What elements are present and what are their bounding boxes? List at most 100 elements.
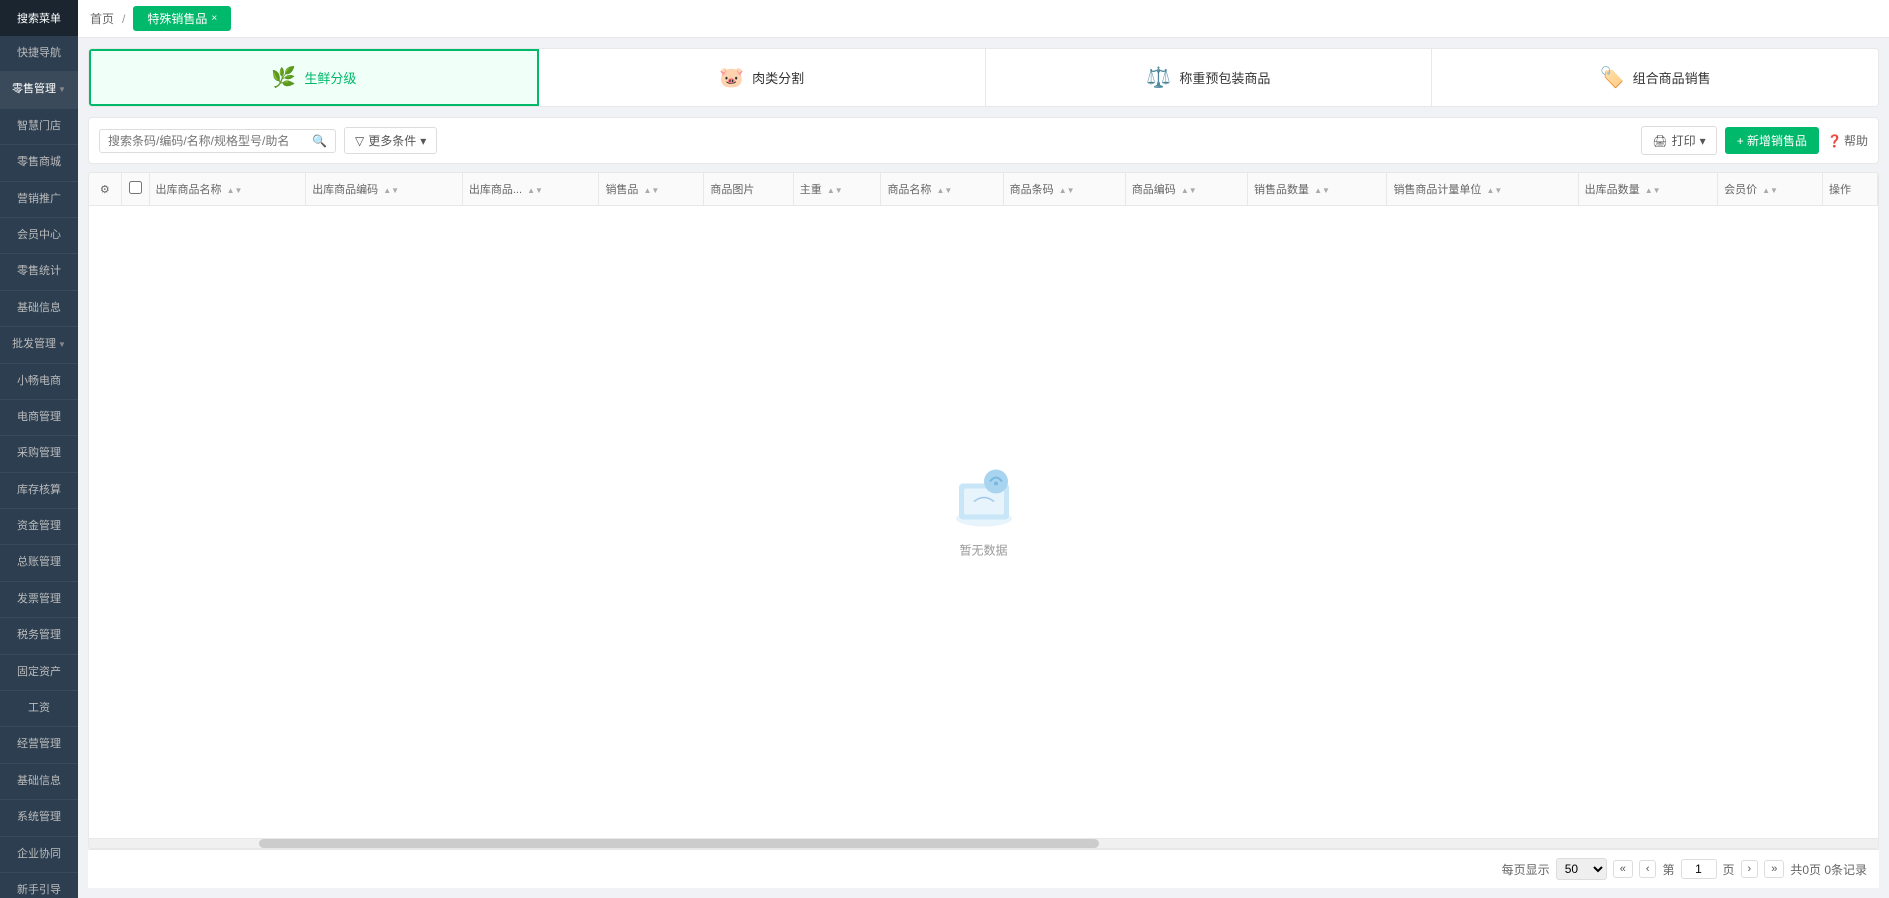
meat-cut-icon: 🐷	[719, 65, 744, 90]
tab-meat-cut[interactable]: 🐷 肉类分割	[539, 49, 986, 106]
filter-label: 更多条件	[368, 132, 416, 149]
sidebar-item-wholesale-mgmt[interactable]: 批发管理 ▼	[0, 327, 78, 363]
search-input[interactable]	[108, 134, 308, 148]
sidebar-item-label: 零售管理	[12, 82, 56, 97]
data-table: ⚙ 出库商品名称 ▲▼ 出库商品编码 ▲▼ 出库	[89, 173, 1878, 206]
sidebar-item-ecom-mgmt[interactable]: 电商管理	[0, 400, 78, 436]
sidebar-item-mini-ecom[interactable]: 小畅电商	[0, 364, 78, 400]
sidebar-item-retail-mgmt[interactable]: 零售管理 ▼	[0, 72, 78, 108]
sort-icon: ▲▼	[827, 186, 843, 195]
breadcrumb-home[interactable]: 首页	[90, 10, 114, 27]
active-tab-label: 特殊销售品	[147, 10, 207, 27]
scrollbar-thumb[interactable]	[259, 839, 1099, 848]
tab-meat-cut-label: 肉类分割	[752, 68, 804, 87]
th-member-price[interactable]: 会员价 ▲▼	[1718, 173, 1823, 206]
tab-fresh-grade[interactable]: 🌿 生鲜分级	[89, 49, 539, 106]
tab-combo[interactable]: 🏷️ 组合商品销售	[1432, 49, 1878, 106]
sidebar: 搜索菜单 快捷导航 零售管理 ▼ 智慧门店 零售商城 营销推广 会员中心 零售统…	[0, 0, 78, 898]
sidebar-item-retail-mall[interactable]: 零售商城	[0, 145, 78, 181]
sidebar-item-inventory[interactable]: 库存核算	[0, 473, 78, 509]
th-gear[interactable]: ⚙	[89, 173, 121, 206]
th-sale-item[interactable]: 销售品 ▲▼	[599, 173, 704, 206]
th-barcode[interactable]: 商品条码 ▲▼	[1003, 173, 1125, 206]
breadcrumb-separator: /	[122, 12, 125, 26]
page-label-prefix: 第	[1662, 861, 1674, 878]
sidebar-item-fixed-assets[interactable]: 固定资产	[0, 655, 78, 691]
toolbar: 🔍 ▽ 更多条件 ▾ 🖨 打印 ▾ + 新增销售品 ❓ 帮助	[88, 117, 1879, 164]
sort-icon: ▲▼	[383, 186, 399, 195]
page-size-select[interactable]: 50 10 20 100	[1556, 858, 1607, 880]
tab-close-button[interactable]: ×	[211, 13, 217, 24]
table-header-row: ⚙ 出库商品名称 ▲▼ 出库商品编码 ▲▼ 出库	[89, 173, 1878, 206]
search-box[interactable]: 🔍	[99, 129, 336, 153]
sidebar-item-purchase-mgmt[interactable]: 采购管理	[0, 436, 78, 472]
main-area: 首页 / 特殊销售品 × 🌿 生鲜分级 🐷 肉类分割 ⚖️ 称重预包装商品 🏷️	[78, 0, 1889, 898]
topbar: 首页 / 特殊销售品 ×	[78, 0, 1889, 38]
print-button[interactable]: 🖨 打印 ▾	[1641, 126, 1716, 155]
sidebar-logo[interactable]: 搜索菜单	[0, 0, 78, 36]
th-out-spec[interactable]: 出库商品... ▲▼	[462, 173, 599, 206]
tab-weigh-pack[interactable]: ⚖️ 称重预包装商品	[986, 49, 1433, 106]
sidebar-item-tax-mgmt[interactable]: 税务管理	[0, 618, 78, 654]
th-sale-qty[interactable]: 销售品数量 ▲▼	[1248, 173, 1387, 206]
sidebar-item-retail-stats[interactable]: 零售统计	[0, 254, 78, 290]
horizontal-scrollbar[interactable]	[89, 838, 1878, 848]
select-all-checkbox[interactable]	[129, 181, 142, 194]
sort-icon: ▲▼	[644, 186, 660, 195]
filter-button[interactable]: ▽ 更多条件 ▾	[344, 127, 437, 154]
sidebar-item-finance[interactable]: 资金管理	[0, 509, 78, 545]
first-page-button[interactable]: «	[1613, 860, 1633, 878]
combo-icon: 🏷️	[1600, 65, 1625, 90]
sidebar-item-marketing[interactable]: 营销推广	[0, 182, 78, 218]
sidebar-item-new-guide[interactable]: 新手引导	[0, 873, 78, 898]
sidebar-item-wages[interactable]: 工资	[0, 691, 78, 727]
add-button-label: + 新增销售品	[1737, 132, 1807, 149]
th-prod-code[interactable]: 商品编码 ▲▼	[1125, 173, 1247, 206]
sidebar-item-ledger[interactable]: 总账管理	[0, 545, 78, 581]
sidebar-item-invoice-mgmt[interactable]: 发票管理	[0, 582, 78, 618]
sidebar-item-basic-info[interactable]: 基础信息	[0, 291, 78, 327]
th-weight[interactable]: 主重 ▲▼	[793, 173, 881, 206]
sort-icon: ▲▼	[227, 186, 243, 195]
prev-page-button[interactable]: ‹	[1639, 860, 1657, 878]
sort-icon: ▲▼	[1181, 186, 1197, 195]
tab-fresh-grade-label: 生鲜分级	[304, 68, 356, 87]
sidebar-item-smart-store[interactable]: 智慧门店	[0, 109, 78, 145]
page-number-input[interactable]	[1681, 859, 1717, 879]
th-out-qty[interactable]: 出库品数量 ▲▼	[1578, 173, 1717, 206]
sidebar-item-quick-nav[interactable]: 快捷导航	[0, 36, 78, 72]
add-button[interactable]: + 新增销售品	[1725, 127, 1819, 154]
th-product-name[interactable]: 商品名称 ▲▼	[881, 173, 1003, 206]
weigh-pack-icon: ⚖️	[1146, 65, 1171, 90]
search-icon[interactable]: 🔍	[312, 134, 327, 148]
table-container: ⚙ 出库商品名称 ▲▼ 出库商品编码 ▲▼ 出库	[88, 172, 1879, 849]
print-icon: 🖨	[1652, 134, 1667, 148]
sort-icon: ▲▼	[527, 186, 543, 195]
fresh-grade-icon: 🌿	[271, 65, 296, 90]
total-info: 共0页 0条记录	[1790, 861, 1867, 878]
active-tab[interactable]: 特殊销售品 ×	[133, 6, 231, 31]
last-page-button[interactable]: »	[1764, 860, 1784, 878]
content-area: 🌿 生鲜分级 🐷 肉类分割 ⚖️ 称重预包装商品 🏷️ 组合商品销售 🔍	[78, 38, 1889, 898]
sidebar-item-system-mgmt[interactable]: 系统管理	[0, 800, 78, 836]
th-action: 操作	[1823, 173, 1878, 206]
module-tabs: 🌿 生鲜分级 🐷 肉类分割 ⚖️ 称重预包装商品 🏷️ 组合商品销售	[88, 48, 1879, 107]
sort-icon: ▲▼	[1645, 186, 1661, 195]
sidebar-item-label: 批发管理	[12, 337, 56, 352]
help-label: 帮助	[1844, 132, 1868, 149]
sidebar-item-enterprise[interactable]: 企业协同	[0, 837, 78, 873]
sort-icon: ▲▼	[1487, 186, 1503, 195]
sidebar-item-basic-info2[interactable]: 基础信息	[0, 764, 78, 800]
sidebar-item-member-center[interactable]: 会员中心	[0, 218, 78, 254]
empty-state: 暂无数据	[944, 463, 1024, 558]
th-out-code[interactable]: 出库商品编码 ▲▼	[306, 173, 463, 206]
filter-icon: ▽	[355, 134, 364, 148]
th-checkbox[interactable]	[121, 173, 149, 206]
help-button[interactable]: ❓ 帮助	[1827, 132, 1868, 149]
next-page-button[interactable]: ›	[1741, 860, 1759, 878]
th-sale-unit[interactable]: 销售商品计量单位 ▲▼	[1387, 173, 1578, 206]
sort-icon: ▲▼	[1314, 186, 1330, 195]
th-out-name[interactable]: 出库商品名称 ▲▼	[149, 173, 306, 206]
sidebar-item-business-mgmt[interactable]: 经营管理	[0, 727, 78, 763]
chevron-down-icon: ▼	[58, 339, 66, 350]
